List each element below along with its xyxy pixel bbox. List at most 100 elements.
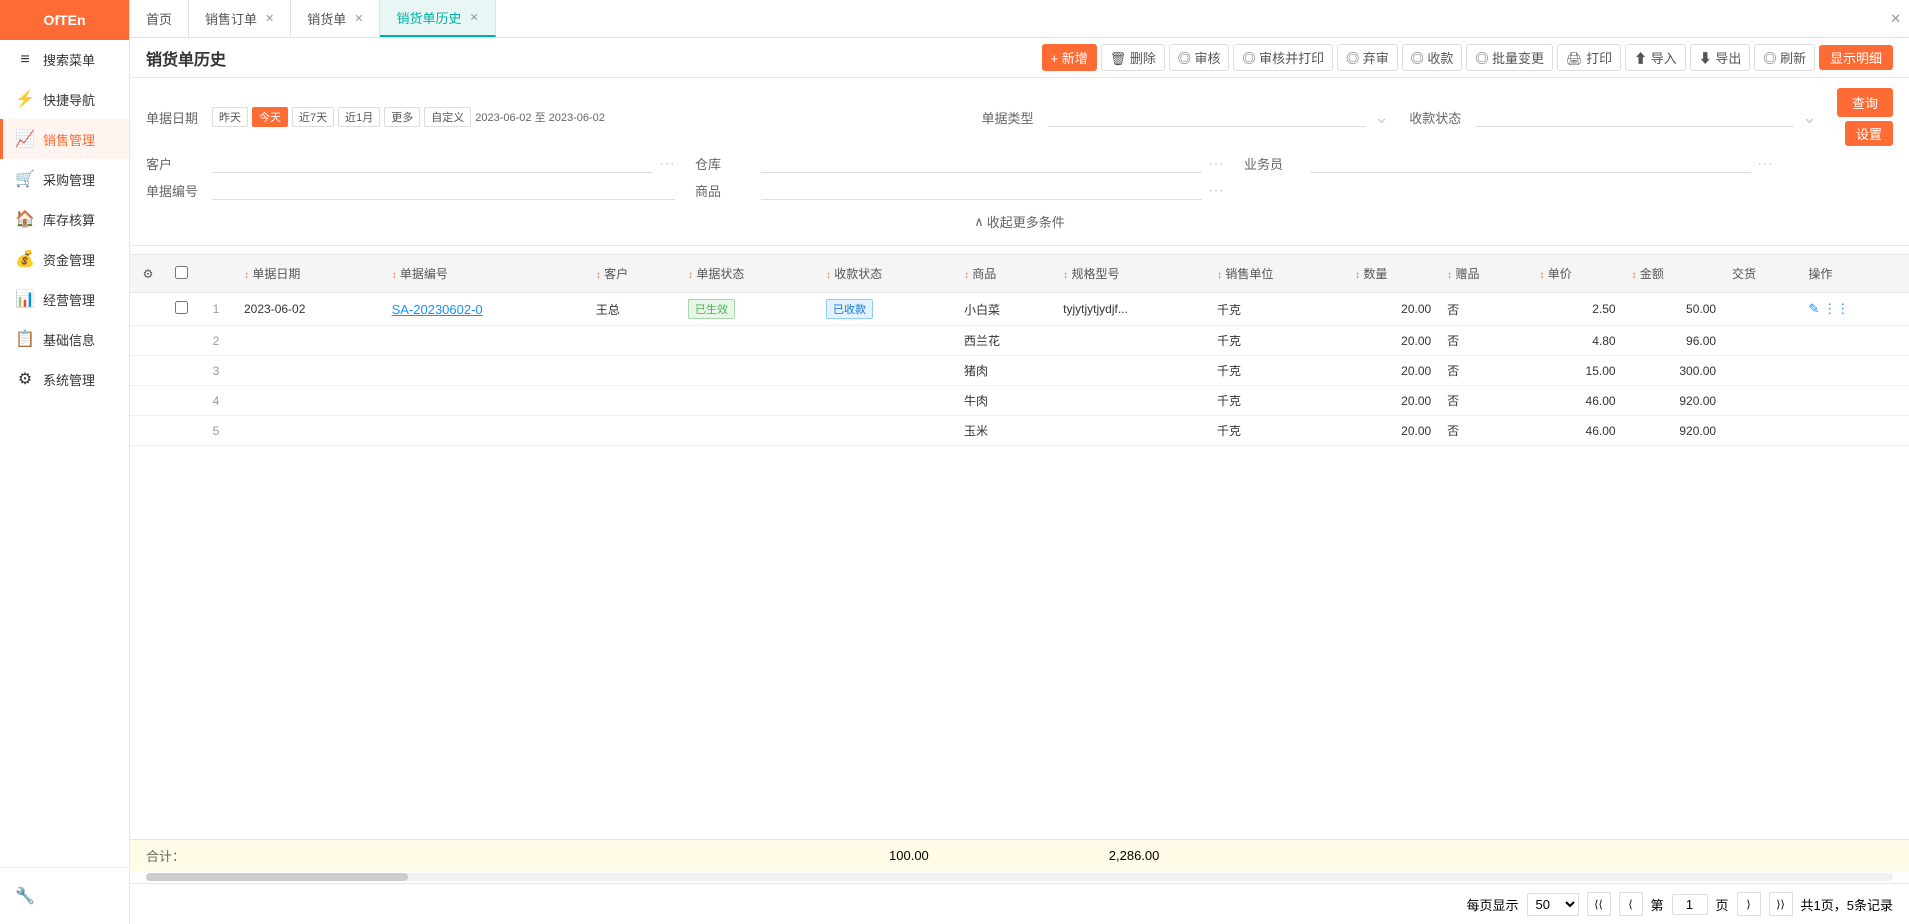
- col-num-header: [196, 255, 236, 293]
- sidebar-item-operations[interactable]: 📊 经营管理: [0, 279, 129, 319]
- customer-input[interactable]: [212, 154, 653, 173]
- collect-status-input[interactable]: [1475, 108, 1794, 127]
- customer-dot[interactable]: ···: [659, 156, 675, 172]
- col-settings-header[interactable]: ⚙: [130, 255, 166, 293]
- row-customer: [588, 416, 680, 446]
- prev-page-btn[interactable]: ⟨: [1619, 892, 1643, 916]
- col-collectstatus-header[interactable]: ↕ 收款状态: [818, 255, 956, 293]
- sidebar-settings-btn[interactable]: 🔧: [0, 876, 129, 916]
- warehouse-dot[interactable]: ···: [1208, 156, 1224, 172]
- doc-type-input[interactable]: [1048, 108, 1367, 127]
- import-button[interactable]: ⬆ 导入: [1625, 44, 1686, 71]
- row-customer: [588, 326, 680, 356]
- date-btn-7days[interactable]: 近7天: [292, 107, 334, 127]
- col-spec-header[interactable]: ↕ 规格型号: [1055, 255, 1209, 293]
- salesperson-dot[interactable]: ···: [1757, 156, 1773, 172]
- row-docstatus: [680, 356, 818, 386]
- goods-input[interactable]: [761, 181, 1202, 200]
- export-button[interactable]: ⬇ 导出: [1690, 44, 1751, 71]
- col-unit-header[interactable]: ↕ 销售单位: [1209, 255, 1347, 293]
- doc-no-link[interactable]: SA-20230602-0: [392, 302, 483, 317]
- tab-bar-collapse[interactable]: ✕: [1890, 11, 1909, 27]
- row-settings: [130, 416, 166, 446]
- filter-doc-type: 单据类型 ⌄: [982, 107, 1390, 128]
- tab-sales-history-close[interactable]: ✕: [470, 11, 479, 24]
- scroll-bar-thumb[interactable]: [146, 873, 408, 881]
- col-docstatus-header[interactable]: ↕ 单据状态: [680, 255, 818, 293]
- date-label: 单据日期: [146, 108, 206, 127]
- tab-sales-history[interactable]: 销货单历史 ✕: [380, 0, 495, 37]
- tab-sales-order[interactable]: 销售订单 ✕: [189, 0, 291, 37]
- col-gift-header[interactable]: ↕ 赠品: [1439, 255, 1531, 293]
- col-amount-header[interactable]: ↕ 金额: [1624, 255, 1725, 293]
- collect-status-dropdown-icon[interactable]: ⌄: [1802, 107, 1817, 128]
- row-qty: 20.00: [1347, 326, 1439, 356]
- sidebar-item-sales-mgmt[interactable]: 📈 销售管理: [0, 119, 129, 159]
- date-btn-1month[interactable]: 近1月: [338, 107, 380, 127]
- doc-no-input[interactable]: [212, 181, 675, 200]
- last-page-btn[interactable]: ⟩⟩: [1769, 892, 1793, 916]
- row-goods: 小白菜: [956, 293, 1055, 326]
- col-date-header[interactable]: ↕ 单据日期: [236, 255, 384, 293]
- row-check: [166, 386, 196, 416]
- sidebar-item-purchase-mgmt[interactable]: 🛒 采购管理: [0, 159, 129, 199]
- filter-settings-button[interactable]: 设置: [1845, 121, 1893, 146]
- col-price-header[interactable]: ↕ 单价: [1531, 255, 1623, 293]
- audit-print-button[interactable]: ◎ 审核并打印: [1233, 44, 1333, 71]
- col-goods-header[interactable]: ↕ 商品: [956, 255, 1055, 293]
- sidebar-item-sys-mgmt[interactable]: ⚙ 系统管理: [0, 359, 129, 399]
- col-check-header: [166, 255, 196, 293]
- row-amount: 920.00: [1624, 416, 1725, 446]
- sidebar-item-label: 库存核算: [43, 210, 95, 229]
- row-action: [1800, 416, 1909, 446]
- more-action[interactable]: ⋮⋮: [1823, 301, 1849, 316]
- col-docno-header[interactable]: ↕ 单据编号: [384, 255, 588, 293]
- sidebar-item-label: 资金管理: [43, 250, 95, 269]
- delete-button[interactable]: 🗑 删除: [1101, 44, 1165, 71]
- page-input[interactable]: [1672, 894, 1708, 915]
- main-table: ⚙ ↕ 单据日期 ↕ 单据编号 ↕ 客户 ↕ 单据状态 ↕ 收款状态 ↕ 商品 …: [130, 254, 1909, 446]
- summary-label: 合计：: [146, 846, 185, 865]
- sidebar-item-search-menu[interactable]: ≡ 搜索菜单: [0, 40, 129, 79]
- date-btn-custom[interactable]: 自定义: [424, 107, 471, 127]
- salesperson-input[interactable]: [1310, 154, 1751, 173]
- tab-home-label: 首页: [146, 9, 172, 28]
- show-detail-button[interactable]: 显示明细: [1819, 45, 1893, 70]
- audit-button[interactable]: ◎ 审核: [1169, 44, 1230, 71]
- new-button[interactable]: + 新增: [1042, 44, 1097, 71]
- sidebar-item-finance[interactable]: 💰 资金管理: [0, 239, 129, 279]
- per-page-select[interactable]: 50 100 200: [1527, 893, 1579, 916]
- date-btn-today[interactable]: 今天: [252, 107, 288, 127]
- date-btn-yesterday[interactable]: 昨天: [212, 107, 248, 127]
- row-checkbox[interactable]: [175, 301, 188, 314]
- next-page-btn[interactable]: ⟩: [1737, 892, 1761, 916]
- collapse-arrow-icon: ∧: [974, 214, 984, 230]
- filter-row-1: 单据日期 昨天 今天 近7天 近1月 更多 自定义 2023-06-02 至 2…: [146, 88, 1893, 146]
- print-button[interactable]: 🖨 打印: [1557, 44, 1621, 71]
- warehouse-input[interactable]: [761, 154, 1202, 173]
- first-page-btn[interactable]: ⟨⟨: [1587, 892, 1611, 916]
- goods-dot[interactable]: ···: [1208, 183, 1224, 199]
- date-btn-more[interactable]: 更多: [384, 107, 420, 127]
- select-all-checkbox[interactable]: [175, 266, 188, 279]
- sidebar-item-inventory[interactable]: 🏠 库存核算: [0, 199, 129, 239]
- collect-button[interactable]: ◎ 收款: [1402, 44, 1463, 71]
- tab-sales-order-close[interactable]: ✕: [265, 12, 274, 25]
- collapse-filter-btn[interactable]: ∧ 收起更多条件: [146, 208, 1893, 235]
- col-qty-header[interactable]: ↕ 数量: [1347, 255, 1439, 293]
- sidebar-item-quick-nav[interactable]: ⚡ 快捷导航: [0, 79, 129, 119]
- edit-action[interactable]: ✎: [1808, 301, 1819, 316]
- tab-sales-delivery-close[interactable]: ✕: [354, 12, 363, 25]
- tab-sales-delivery[interactable]: 销货单 ✕: [291, 0, 380, 37]
- tab-home[interactable]: 首页: [130, 0, 189, 37]
- doc-type-dropdown-icon[interactable]: ⌄: [1374, 107, 1389, 128]
- batch-change-button[interactable]: ◎ 批量变更: [1466, 44, 1553, 71]
- abandon-button[interactable]: ◎ 弃审: [1337, 44, 1398, 71]
- refresh-button[interactable]: ◎ 刷新: [1754, 44, 1815, 71]
- row-price: 46.00: [1531, 416, 1623, 446]
- col-customer-header[interactable]: ↕ 客户: [588, 255, 680, 293]
- row-amount: 920.00: [1624, 386, 1725, 416]
- query-button[interactable]: 查询: [1837, 88, 1893, 117]
- row-price: 2.50: [1531, 293, 1623, 326]
- sidebar-item-base-info[interactable]: 📋 基础信息: [0, 319, 129, 359]
